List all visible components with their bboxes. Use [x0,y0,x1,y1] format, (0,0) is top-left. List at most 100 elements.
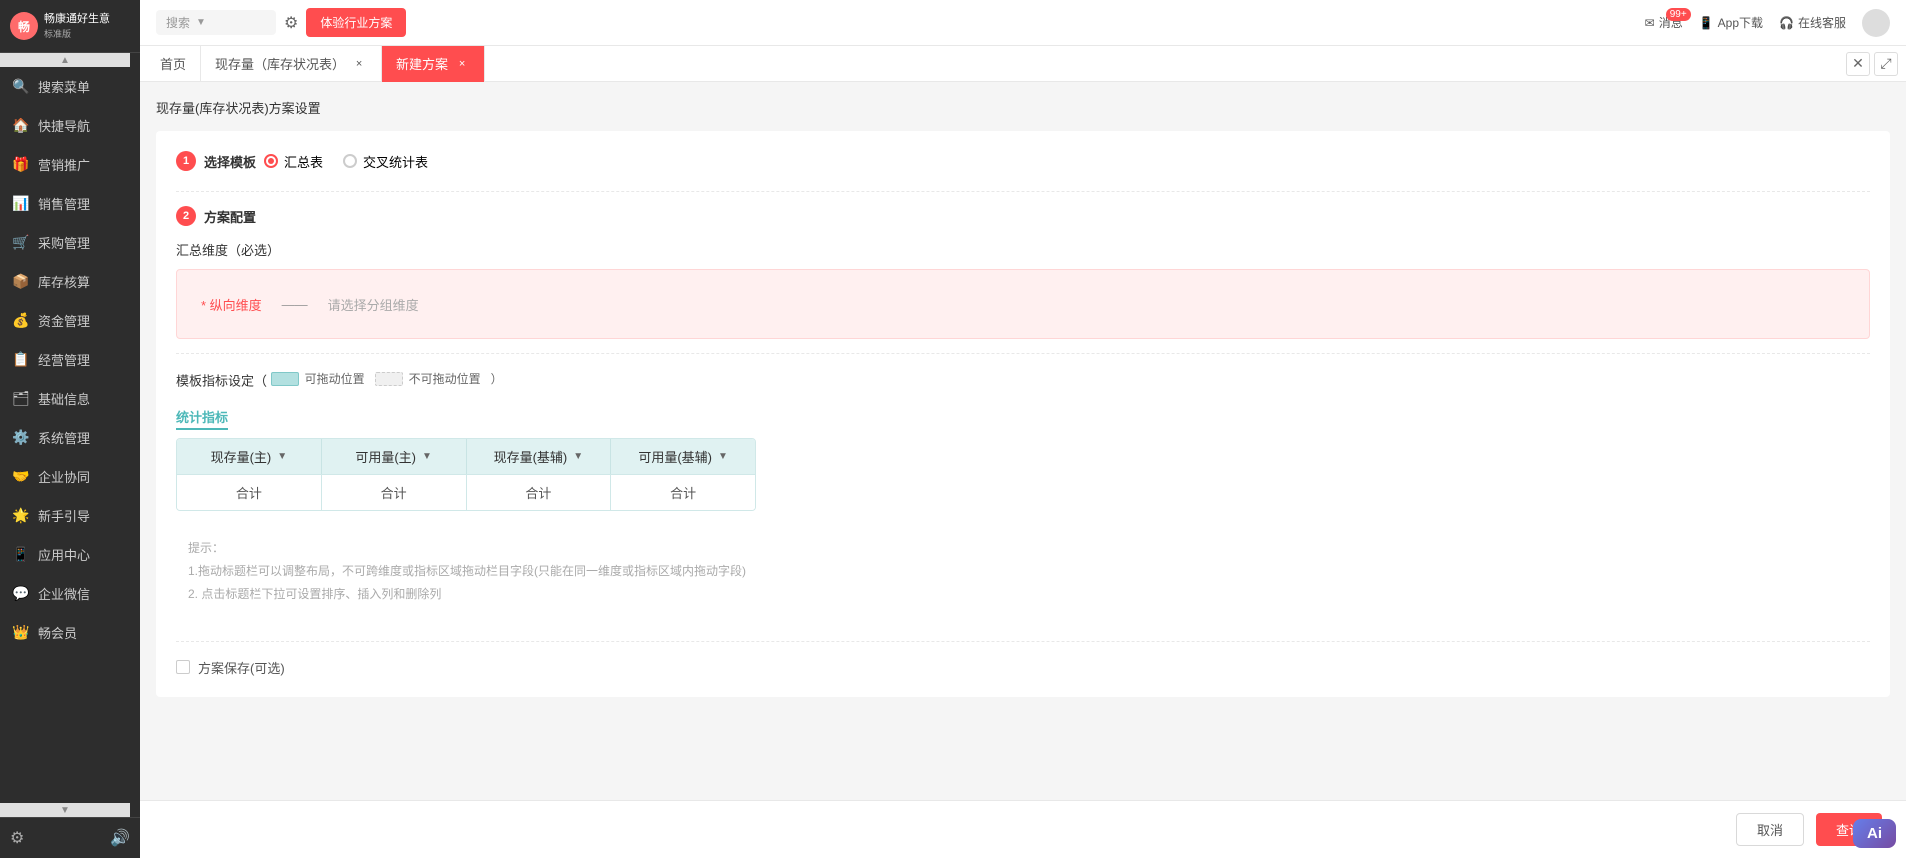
sidebar-item-label: 企业协同 [38,467,90,486]
stats-col-2-label: 可用量(主) [355,447,416,466]
stats-col-1[interactable]: 现存量(主) ▼ [177,439,322,474]
tab-home[interactable]: 首页 [140,46,201,82]
sidebar-item-sales[interactable]: 📊 销售管理 [0,184,140,223]
sidebar-item-finance[interactable]: 💰 资金管理 [0,301,140,340]
sidebar-scroll-down[interactable]: ▼ [0,803,130,817]
sidebar-item-cooperation[interactable]: 🤝 企业协同 [0,457,140,496]
stats-col-4[interactable]: 可用量(基辅) ▼ [611,439,755,474]
sidebar-nav: 🔍 搜索菜单 🏠 快捷导航 🎁 营销推广 📊 销售管理 🛒 采购管理 📦 库存核… [0,67,140,803]
sidebar-item-marketing[interactable]: 🎁 营销推广 [0,145,140,184]
sound-icon[interactable]: 🔊 [110,828,130,848]
search-icon: 🔍 [12,78,30,96]
legend-draggable-box [271,372,299,386]
step2-badge: 2 [176,206,196,226]
step1-badge: 1 [176,151,196,171]
sidebar-item-label: 基础信息 [38,389,90,408]
radio-summary[interactable]: 汇总表 [264,152,323,171]
stats-table-header: 现存量(主) ▼ 可用量(主) ▼ 现存量(基辅) ▼ [177,439,755,474]
sidebar-item-basic[interactable]: 🗂 基础信息 [0,379,140,418]
radio-summary-label: 汇总表 [284,152,323,171]
tab-expand-btn[interactable]: ⤢ [1874,52,1898,76]
handshake-icon: 🤝 [12,468,30,486]
sidebar-item-label: 畅会员 [38,623,77,642]
legend-draggable-text: 可拖动位置 [305,370,365,387]
legend-suffix: ） [491,370,503,387]
indicators-section: 模板指标设定（ 可拖动位置 不可拖动位置 ） [176,370,1870,511]
sidebar-scroll-up[interactable]: ▲ [0,53,130,67]
dimension-label: 汇总维度（必选） [176,240,1870,259]
stats-col-1-chevron[interactable]: ▼ [277,451,287,462]
stats-table: 现存量(主) ▼ 可用量(主) ▼ 现存量(基辅) ▼ [176,438,756,511]
sidebar-item-operations[interactable]: 📋 经营管理 [0,340,140,379]
indicator-label-text: 模板指标设定（ [176,374,267,389]
tab-close-btn[interactable]: ✕ [1846,52,1870,76]
step2-header: 2 方案配置 [176,206,1870,226]
legend-non-draggable-text: 不可拖动位置 [409,370,481,387]
gift-icon: 🎁 [12,156,30,174]
settings-bottom-icon[interactable]: ⚙ [10,828,24,848]
sidebar-item-wechat[interactable]: 💬 企业微信 [0,574,140,613]
search-input-placeholder: 搜索 [166,14,190,31]
user-avatar[interactable] [1862,9,1890,37]
tabs-controls: ✕ ⤢ [1846,52,1906,76]
stats-col-3-chevron[interactable]: ▼ [573,451,583,462]
sidebar-item-label: 快捷导航 [38,116,90,135]
step2-title: 方案配置 [204,207,256,226]
template-radio-group: 汇总表 交叉统计表 [264,152,428,171]
sidebar-item-inventory[interactable]: 📦 库存核算 [0,262,140,301]
sidebar-item-label: 营销推广 [38,155,90,174]
online-service-action[interactable]: 🎧 在线客服 [1779,14,1846,31]
divider-2 [176,353,1870,354]
sidebar-item-label: 采购管理 [38,233,90,252]
ai-badge[interactable]: Ai [1853,819,1896,848]
scheme-card: 1 选择模板 汇总表 交叉统计表 [156,131,1890,697]
topbar-settings-icon[interactable]: ⚙ [284,13,298,33]
stats-col-2[interactable]: 可用量(主) ▼ [322,439,467,474]
stats-col-1-label: 现存量(主) [211,447,272,466]
dimension-placeholder: 请选择分组维度 [328,295,419,314]
logo-icon: 畅 [10,12,38,40]
headset-icon: 🎧 [1779,16,1794,30]
sidebar-item-label: 资金管理 [38,311,90,330]
sidebar-item-label: 搜索菜单 [38,77,90,96]
app-version: 标准版 [44,27,110,40]
sidebar-item-guide[interactable]: 🌟 新手引导 [0,496,140,535]
chart-icon: 📊 [12,195,30,213]
sidebar-item-quicknav[interactable]: 🏠 快捷导航 [0,106,140,145]
save-scheme-checkbox[interactable] [176,660,190,674]
radio-cross[interactable]: 交叉统计表 [343,152,428,171]
sidebar-item-search[interactable]: 🔍 搜索菜单 [0,67,140,106]
topbar-left: 搜索 ▼ ⚙ 体验行业方案 [156,8,1633,37]
stats-col-4-chevron[interactable]: ▼ [718,451,728,462]
tab-inventory-close[interactable]: × [351,56,367,72]
dimension-arrow: —— [282,297,308,312]
app-name: 畅康通好生意 [44,12,110,26]
trial-industry-button[interactable]: 体验行业方案 [306,8,406,37]
stats-col-3[interactable]: 现存量(基辅) ▼ [467,439,612,474]
legend-non-draggable-box [375,372,403,386]
legend-non-draggable: 不可拖动位置 [375,370,481,387]
dimension-required-area[interactable]: * 纵向维度 —— 请选择分组维度 [176,269,1870,339]
app-download-action[interactable]: 📱 App下载 [1699,14,1763,31]
stats-col-2-chevron[interactable]: ▼ [422,451,432,462]
gear-icon: ⚙️ [12,429,30,447]
tab-new-scheme[interactable]: 新建方案 × [382,46,485,82]
tab-new-scheme-close[interactable]: × [454,56,470,72]
tab-new-scheme-label: 新建方案 [396,54,448,73]
divider-1 [176,191,1870,192]
sidebar-item-system[interactable]: ⚙️ 系统管理 [0,418,140,457]
sidebar-item-label: 经营管理 [38,350,90,369]
tab-inventory-status[interactable]: 现存量（库存状况表） × [201,46,382,82]
message-action[interactable]: ✉ 消息 99+ [1645,14,1683,31]
sidebar-item-member[interactable]: 👑 畅会员 [0,613,140,652]
cart-icon: 🛒 [12,234,30,252]
sidebar-item-apps[interactable]: 📱 应用中心 [0,535,140,574]
sidebar-item-purchase[interactable]: 🛒 采购管理 [0,223,140,262]
cancel-button[interactable]: 取消 [1736,813,1804,846]
main-area: 搜索 ▼ ⚙ 体验行业方案 ✉ 消息 99+ 📱 App下载 🎧 在线客服 [140,0,1906,858]
folder-icon: 🗂 [12,390,30,408]
tab-inventory-label: 现存量（库存状况表） [215,54,345,73]
sidebar: 畅 畅康通好生意 标准版 ▲ 🔍 搜索菜单 🏠 快捷导航 🎁 营销推广 📊 销售… [0,0,140,858]
page-content: 现存量(库存状况表)方案设置 1 选择模板 汇总表 [140,82,1906,858]
search-box[interactable]: 搜索 ▼ [156,10,276,35]
